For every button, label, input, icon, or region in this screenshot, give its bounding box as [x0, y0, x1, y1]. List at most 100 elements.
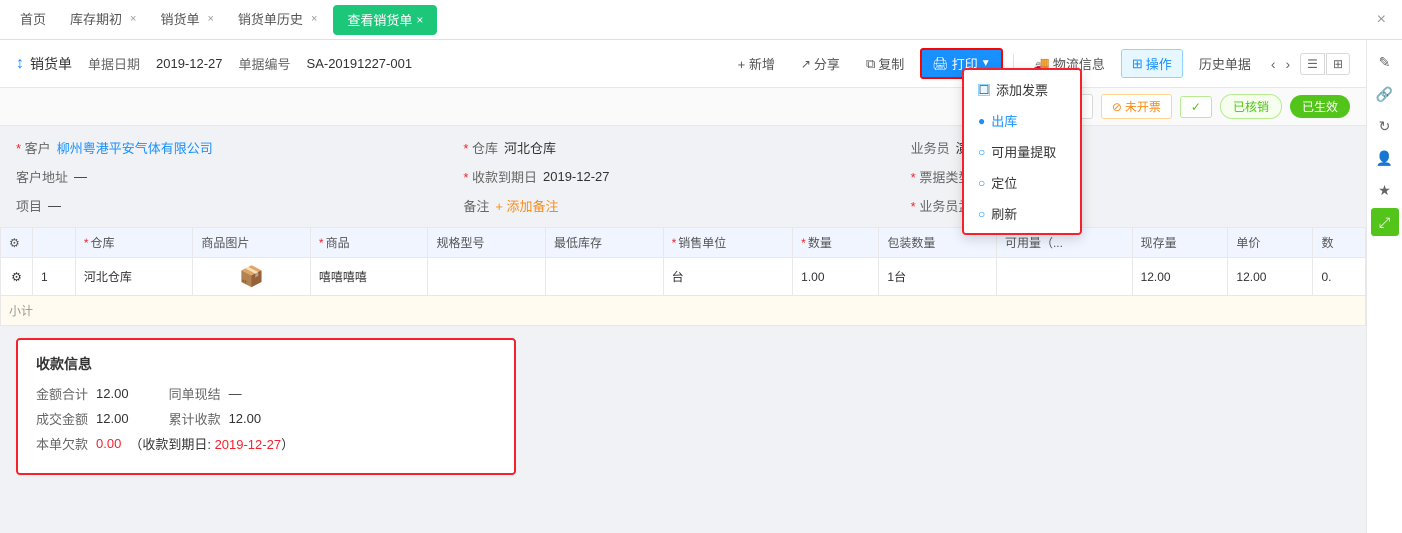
tab-sales-history[interactable]: 销货单历史 ×: [226, 0, 329, 40]
tab-inventory-init[interactable]: 库存期初 ×: [58, 0, 148, 40]
add-button[interactable]: + 新增: [728, 50, 785, 77]
row-seq: 1: [33, 258, 76, 296]
payment-title: 收款信息: [36, 354, 496, 374]
ticket-icon: ⊘: [1112, 100, 1122, 114]
operate-button[interactable]: ⊞ 操作: [1121, 49, 1183, 78]
payment-row-3: 本单欠款 0.00 （收款到期日: 2019-12-27）: [36, 434, 496, 453]
grid-view-button[interactable]: ⊞: [1326, 53, 1350, 75]
out-warehouse-icon: ●: [978, 114, 985, 128]
no-label: 单据编号: [239, 54, 291, 73]
close-all-tabs[interactable]: ×: [1369, 11, 1394, 29]
remark-add[interactable]: + 添加备注: [495, 196, 558, 215]
list-view-button[interactable]: ☰: [1300, 53, 1325, 75]
transaction-item: 成交金额 12.00: [36, 409, 129, 428]
remark-field: 备注 + 添加备注: [463, 196, 902, 215]
dropdown-out-warehouse[interactable]: ● 出库: [964, 105, 1080, 136]
transaction-value: 12.00: [96, 411, 129, 426]
settlement-item: 同单现结 —: [169, 384, 242, 403]
table-header-row: ⚙ *仓库 商品图片 *商品 规格型号 最低库存 *销售单位 *数量 包装数量 …: [1, 228, 1366, 258]
row-available: [996, 258, 1132, 296]
history-button[interactable]: 历史单据: [1189, 50, 1261, 77]
row-unit-price: 12.00: [1228, 258, 1313, 296]
dropdown-available-qty[interactable]: ○ 可用量提取: [964, 136, 1080, 167]
verified-button[interactable]: 已核销: [1220, 94, 1282, 119]
warehouse-field: 仓库 河北仓库: [463, 138, 902, 157]
subtotal-label: 小计: [1, 296, 1366, 326]
sidebar-expand-icon[interactable]: ⤢: [1371, 208, 1399, 236]
close-tab-history[interactable]: ×: [311, 13, 317, 25]
sidebar-link-icon[interactable]: 🔗: [1371, 80, 1399, 108]
row-current-qty: 12.00: [1132, 258, 1228, 296]
warehouse-value: 河北仓库: [504, 138, 556, 157]
refresh-icon: ○: [978, 207, 985, 221]
col-header-min-stock: 最低库存: [546, 228, 664, 258]
close-tab-sales[interactable]: ×: [207, 13, 213, 25]
prev-doc-button[interactable]: ‹: [1267, 54, 1280, 74]
copy-icon: ⧉: [866, 56, 875, 72]
tab-view-sales[interactable]: 查看销货单 ×: [333, 5, 437, 35]
sidebar-star-icon[interactable]: ★: [1371, 176, 1399, 204]
col-header-spec: 规格型号: [428, 228, 546, 258]
table-subtotal-row: 小计: [1, 296, 1366, 326]
share-icon: ↗: [801, 57, 811, 71]
next-doc-button[interactable]: ›: [1282, 54, 1295, 74]
payment-date-value: 2019-12-27: [543, 169, 610, 184]
payment-row-1: 金额合计 12.00 同单现结 —: [36, 384, 496, 403]
sidebar-edit-icon[interactable]: ✎: [1371, 48, 1399, 76]
cumulative-label: 累计收款: [169, 409, 221, 428]
content-area: ↕ 销货单 单据日期 2019-12-27 单据编号 SA-20191227-0…: [0, 40, 1366, 475]
tab-home[interactable]: 首页: [8, 0, 58, 40]
customer-label: 客户: [16, 138, 51, 157]
row-sales-unit: 台: [663, 258, 793, 296]
print-icon: 🖨: [932, 56, 949, 72]
doc-title: ↕ 销货单: [16, 54, 72, 74]
sidebar-refresh-icon[interactable]: ↻: [1371, 112, 1399, 140]
customer-value[interactable]: 柳州粤港平安气体有限公司: [57, 138, 213, 157]
doc-header: ↕ 销货单 单据日期 2019-12-27 单据编号 SA-20191227-0…: [0, 40, 1366, 88]
copy-button[interactable]: ⧉ 复制: [856, 50, 914, 77]
row-quantity: 1.00: [793, 258, 879, 296]
form-section: 客户 柳州粤港平安气体有限公司 仓库 河北仓库 业务员 演示账号 客户地址 —: [0, 126, 1366, 227]
close-tab-inventory[interactable]: ×: [130, 13, 136, 25]
sub-toolbar: 📱 来自手机 ⊘ 未开票 ✓ 已核销 已生效: [0, 88, 1366, 126]
col-header-seq: [33, 228, 76, 258]
tab-bar: 首页 库存期初 × 销货单 × 销货单历史 × 查看销货单 × ×: [0, 0, 1402, 40]
not-opened-button[interactable]: ⊘ 未开票: [1101, 94, 1172, 119]
cumulative-value: 12.00: [229, 411, 262, 426]
col-header-product-img: 商品图片: [193, 228, 311, 258]
project-label: 项目: [16, 196, 42, 215]
nav-btn-group: ‹ ›: [1267, 54, 1294, 74]
payment-date-field: 收款到期日 2019-12-27: [463, 167, 902, 186]
row-product: 嘻嘻嘻嘻: [310, 258, 428, 296]
close-tab-view-sales[interactable]: ×: [416, 13, 423, 27]
total-item: 金额合计 12.00: [36, 384, 129, 403]
row-gear[interactable]: ⚙: [1, 258, 33, 296]
total-value: 12.00: [96, 386, 129, 401]
dropdown-add-invoice[interactable]: ☐ 添加发票: [964, 74, 1080, 105]
warehouse-label: 仓库: [463, 138, 498, 157]
row-warehouse: 河北仓库: [75, 258, 193, 296]
payment-section: 收款信息 金额合计 12.00 同单现结 — 成交金额 12.00 累计收款: [16, 338, 516, 475]
total-label: 金额合计: [36, 384, 88, 403]
locate-icon: ○: [978, 176, 985, 190]
table-row: ⚙ 1 河北仓库 📦 嘻嘻嘻嘻 台 1.00 1台 12.00: [1, 258, 1366, 296]
settlement-value: —: [229, 386, 242, 401]
doc-meta: 单据日期 2019-12-27 单据编号 SA-20191227-001: [88, 54, 412, 73]
col-header-sales-unit: *销售单位: [663, 228, 793, 258]
project-value: —: [48, 198, 61, 213]
operate-dropdown: ☐ 添加发票 ● 出库 ○ 可用量提取 ○ 定位 ○ 刷新: [962, 68, 1082, 235]
balance-date: 2019-12-27: [215, 437, 282, 452]
payment-date-label: 收款到期日: [463, 167, 537, 186]
dropdown-locate[interactable]: ○ 定位: [964, 167, 1080, 198]
effective-button[interactable]: 已生效: [1290, 95, 1350, 118]
tab-sales-order[interactable]: 销货单 ×: [148, 0, 225, 40]
confirm-button[interactable]: ✓: [1180, 96, 1212, 118]
dropdown-refresh[interactable]: ○ 刷新: [964, 198, 1080, 229]
date-value: 2019-12-27: [156, 56, 223, 71]
sidebar-user-icon[interactable]: 👤: [1371, 144, 1399, 172]
no-value: SA-20191227-001: [307, 56, 413, 71]
col-header-amount: 数: [1313, 228, 1366, 258]
address-field: 客户地址 —: [16, 167, 455, 186]
share-button[interactable]: ↗ 分享: [791, 50, 850, 77]
form-row-2: 客户地址 — 收款到期日 2019-12-27 票据类型 不开票: [16, 167, 1350, 186]
